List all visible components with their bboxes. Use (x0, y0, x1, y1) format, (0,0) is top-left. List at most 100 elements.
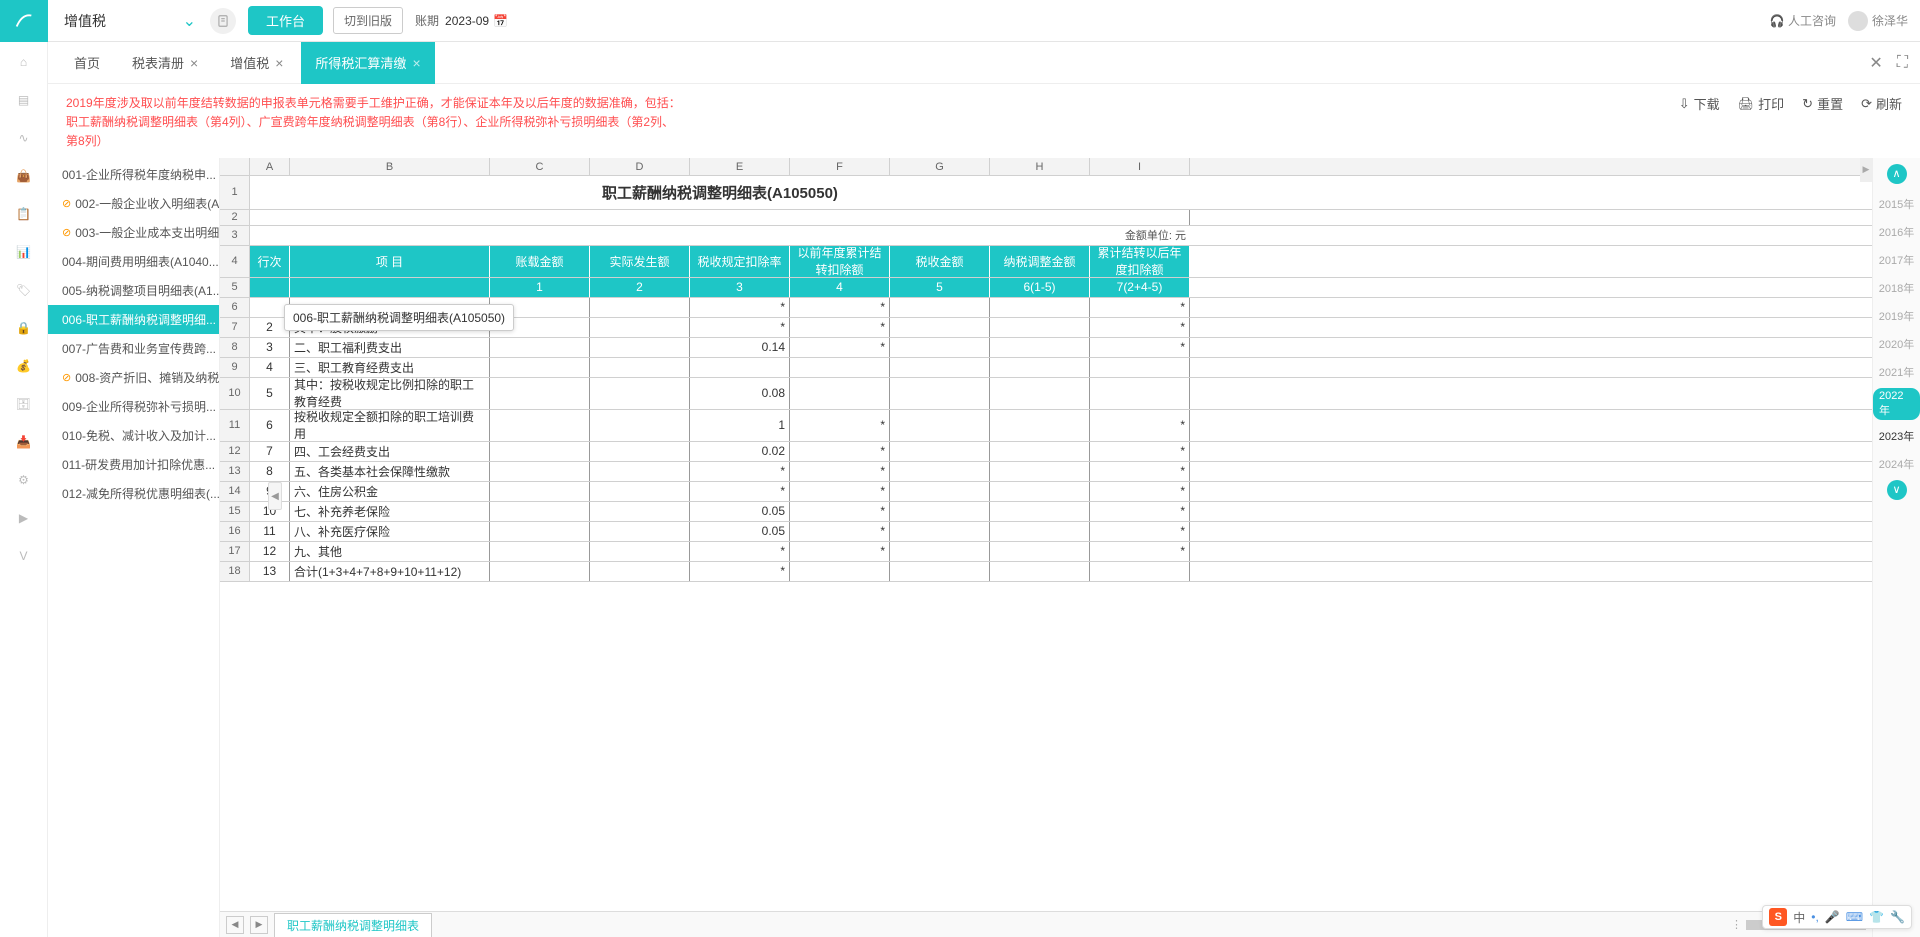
cell[interactable] (890, 522, 990, 541)
row-header[interactable]: 2 (220, 210, 250, 225)
cell[interactable] (490, 442, 590, 461)
ime-tool-icon[interactable]: 🔧 (1890, 910, 1905, 924)
cell[interactable]: 税收规定扣除率 (690, 246, 790, 277)
cell[interactable]: 0.02 (690, 442, 790, 461)
cell[interactable]: 合计(1+3+4+7+8+9+10+11+12) (290, 562, 490, 581)
year-item[interactable]: 2022年 (1873, 388, 1920, 420)
year-item[interactable]: 2018年 (1877, 276, 1916, 300)
cell[interactable]: 3 (250, 338, 290, 357)
sheet-item[interactable]: ⊘008-资产折旧、摊销及纳税... (48, 363, 219, 392)
cell[interactable]: 八、补充医疗保险 (290, 522, 490, 541)
cell[interactable]: 5 (250, 378, 290, 409)
cell[interactable] (590, 338, 690, 357)
reset-button[interactable]: ↻ 重置 (1802, 94, 1843, 113)
cell[interactable] (490, 410, 590, 441)
year-item[interactable]: 2015年 (1877, 192, 1916, 216)
cell[interactable]: 1 (690, 410, 790, 441)
rail-chart-icon[interactable]: ∿ (14, 128, 34, 148)
cell[interactable]: * (790, 502, 890, 521)
cell[interactable] (890, 482, 990, 501)
tab-3[interactable]: 所得税汇算清缴× (301, 42, 434, 84)
switch-old-button[interactable]: 切到旧版 (333, 7, 403, 34)
row-header[interactable]: 15 (220, 502, 250, 521)
cell[interactable]: 账载金额 (490, 246, 590, 277)
cell[interactable] (590, 378, 690, 409)
print-button[interactable]: 🖨 打印 (1738, 94, 1785, 113)
row-header[interactable]: 7 (220, 318, 250, 337)
cell[interactable]: 4 (250, 358, 290, 377)
cell[interactable] (1090, 358, 1190, 377)
cell[interactable]: 7 (250, 442, 290, 461)
tax-type-selector[interactable]: 增值税 ⌄ (64, 11, 204, 31)
year-item[interactable]: 2024年 (1877, 452, 1916, 476)
cell[interactable]: 12 (250, 542, 290, 561)
tab-0[interactable]: 首页 (60, 42, 114, 84)
sheet-item[interactable]: 005-纳税调整项目明细表(A1... (48, 276, 219, 305)
cell[interactable] (890, 542, 990, 561)
col-header[interactable]: H (990, 158, 1090, 175)
cell[interactable]: 0.08 (690, 378, 790, 409)
cell[interactable]: 0.05 (690, 502, 790, 521)
ime-mic-icon[interactable]: 🎤 (1825, 910, 1840, 924)
tab-1[interactable]: 税表清册× (118, 42, 212, 84)
cell[interactable]: * (1090, 442, 1190, 461)
cell[interactable] (490, 462, 590, 481)
rail-inbox-icon[interactable]: 📥 (14, 432, 34, 452)
cell[interactable] (990, 358, 1090, 377)
workbench-button[interactable]: 工作台 (248, 6, 323, 35)
rail-stamp-icon[interactable]: 🏷 (14, 280, 34, 300)
rail-home-icon[interactable]: ⌂ (14, 52, 34, 72)
cell[interactable]: 项 目 (290, 246, 490, 277)
tab-expand-icon[interactable]: ⛶ (1897, 54, 1908, 72)
cell[interactable] (790, 378, 890, 409)
cell[interactable]: * (690, 542, 790, 561)
cell[interactable]: * (1090, 482, 1190, 501)
cell[interactable] (490, 338, 590, 357)
col-header[interactable]: A (250, 158, 290, 175)
cell[interactable] (990, 318, 1090, 337)
cell[interactable]: * (1090, 318, 1190, 337)
year-item[interactable]: 2020年 (1877, 332, 1916, 356)
cell[interactable] (990, 462, 1090, 481)
cell[interactable]: * (1090, 462, 1190, 481)
cell[interactable]: 行次 (250, 246, 290, 277)
download-button[interactable]: ⇩ 下载 (1679, 94, 1720, 113)
cell[interactable]: 税收金额 (890, 246, 990, 277)
cell[interactable]: 二、职工福利费支出 (290, 338, 490, 357)
cell[interactable]: 2 (590, 278, 690, 297)
cell[interactable]: * (1090, 338, 1190, 357)
cell[interactable] (990, 378, 1090, 409)
cell[interactable] (590, 462, 690, 481)
sheet-item[interactable]: 009-企业所得税弥补亏损明... (48, 392, 219, 421)
cell[interactable]: 13 (250, 562, 290, 581)
year-item[interactable]: 2019年 (1877, 304, 1916, 328)
cell[interactable] (990, 298, 1090, 317)
cell[interactable] (590, 318, 690, 337)
cell[interactable] (890, 298, 990, 317)
rail-archive-icon[interactable]: 🗄 (14, 394, 34, 414)
col-header[interactable]: I (1090, 158, 1190, 175)
cell[interactable] (590, 442, 690, 461)
year-down-icon[interactable]: ∨ (1887, 480, 1907, 500)
year-up-icon[interactable]: ∧ (1887, 164, 1907, 184)
cell[interactable]: 六、住房公积金 (290, 482, 490, 501)
close-icon[interactable]: × (412, 55, 420, 71)
sheet-item[interactable]: 004-期间费用明细表(A1040... (48, 247, 219, 276)
collapse-handle-icon[interactable]: ◀ (268, 482, 282, 510)
cell[interactable] (890, 338, 990, 357)
cell[interactable]: 11 (250, 522, 290, 541)
tab-close-all-icon[interactable]: ✕ (1869, 53, 1882, 73)
ime-skin-icon[interactable]: 👕 (1869, 910, 1884, 924)
sheet-nav-first-icon[interactable]: ◀ (226, 916, 244, 934)
cell[interactable]: 七、补充养老保险 (290, 502, 490, 521)
cell[interactable] (890, 378, 990, 409)
cell[interactable] (490, 522, 590, 541)
ime-keyboard-icon[interactable]: ⌨ (1846, 910, 1863, 924)
rail-video-icon[interactable]: ▶ (14, 508, 34, 528)
col-header[interactable]: D (590, 158, 690, 175)
cell[interactable] (990, 482, 1090, 501)
cell[interactable]: 8 (250, 462, 290, 481)
cell[interactable]: * (1090, 522, 1190, 541)
row-header[interactable]: 18 (220, 562, 250, 581)
row-header[interactable]: 16 (220, 522, 250, 541)
